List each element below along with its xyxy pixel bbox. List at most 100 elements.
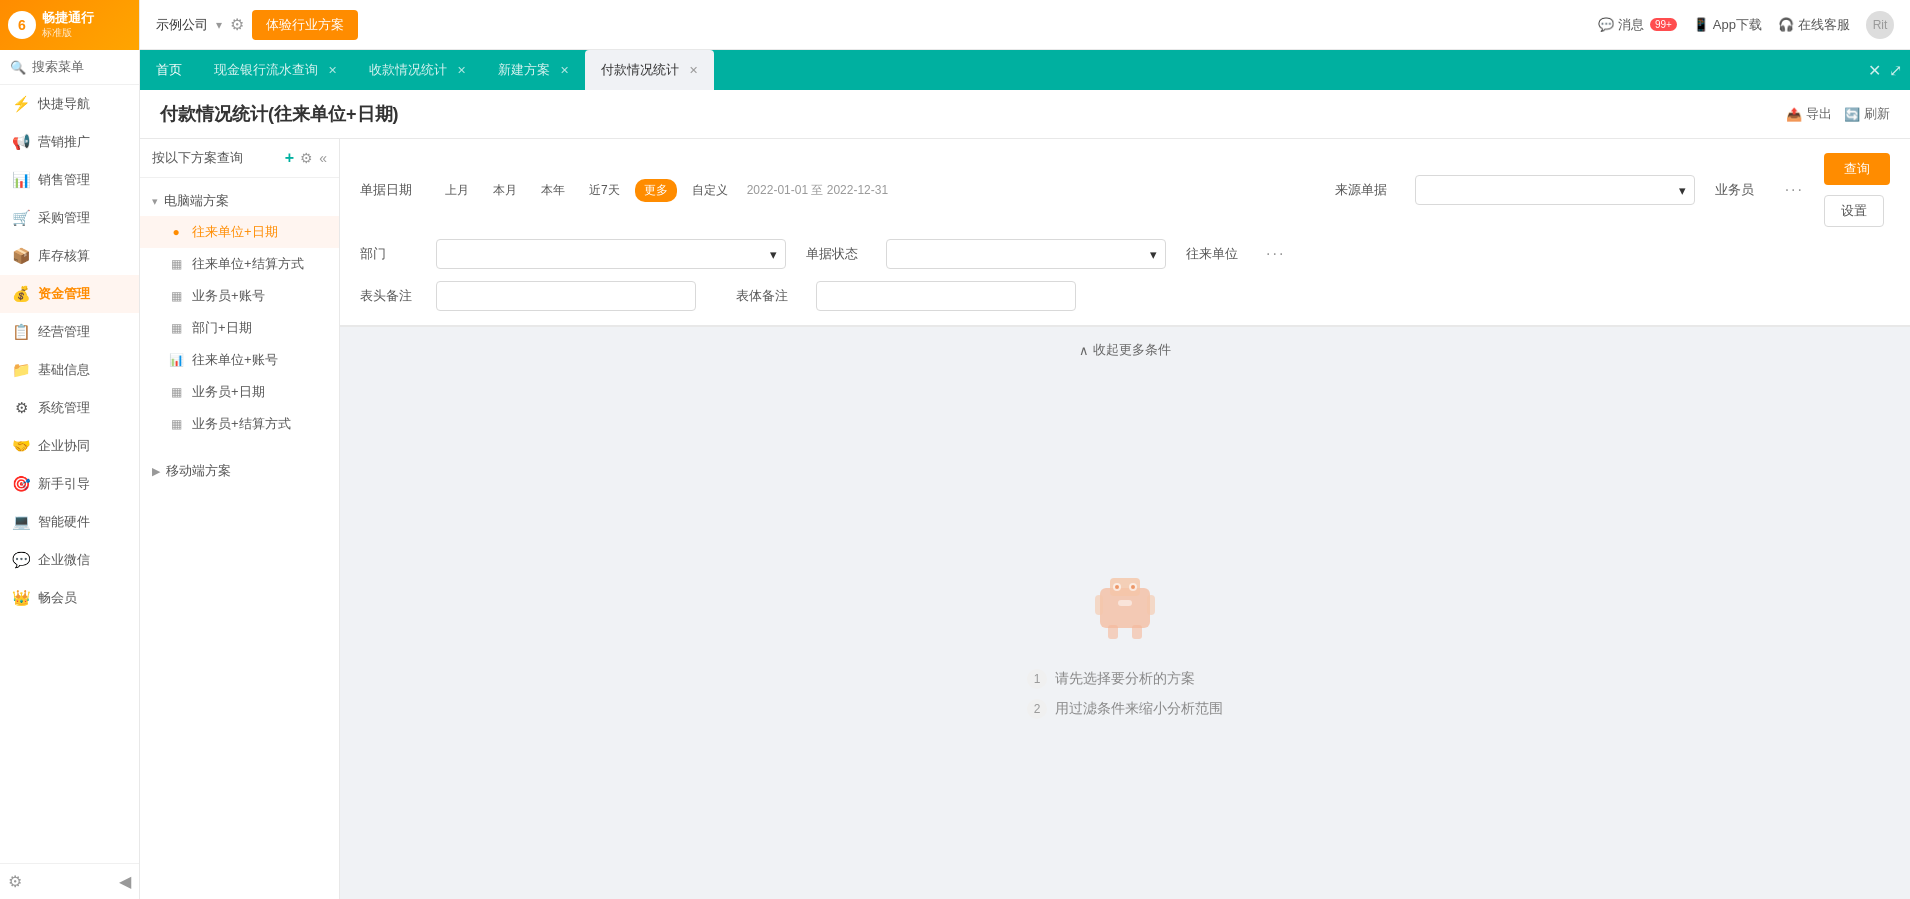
- scheme-collapse-icon[interactable]: «: [319, 150, 327, 166]
- sidebar-item-inventory[interactable]: 📦 库存核算: [0, 237, 139, 275]
- tab-receipt-stats[interactable]: 收款情况统计 ✕: [353, 50, 482, 90]
- date-btn-last-month[interactable]: 上月: [436, 178, 478, 203]
- date-btn-more[interactable]: 更多: [635, 179, 677, 202]
- filter-row-2: 部门 ▾ 单据状态 ▾ 往来单位 ···: [360, 239, 1890, 269]
- sidebar-item-hardware[interactable]: 💻 智能硬件: [0, 503, 139, 541]
- status-select[interactable]: ▾: [886, 239, 1166, 269]
- tab-payment-stats-close[interactable]: ✕: [689, 64, 698, 77]
- tab-new-scheme-close[interactable]: ✕: [560, 64, 569, 77]
- unit-input-dots[interactable]: ···: [1266, 245, 1285, 263]
- app-download-action[interactable]: 📱 App下载: [1693, 16, 1762, 34]
- sidebar-item-guide[interactable]: 🎯 新手引导: [0, 465, 139, 503]
- date-btn-custom[interactable]: 自定义: [683, 178, 737, 203]
- table-header-note-input[interactable]: [436, 281, 696, 311]
- user-avatar[interactable]: Rit: [1866, 11, 1894, 39]
- tabs-expand-icon[interactable]: ⤢: [1889, 61, 1902, 80]
- sidebar-item-enterprise[interactable]: 🤝 企业协同: [0, 427, 139, 465]
- date-btn-this-year[interactable]: 本年: [532, 178, 574, 203]
- sidebar-item-system[interactable]: ⚙ 系统管理: [0, 389, 139, 427]
- tab-new-scheme[interactable]: 新建方案 ✕: [482, 50, 585, 90]
- sidebar-item-finance[interactable]: 💰 资金管理: [0, 275, 139, 313]
- staff-input-dots[interactable]: ···: [1785, 181, 1804, 199]
- company-chevron-icon[interactable]: ▾: [216, 18, 222, 32]
- scheme-item-dept-date[interactable]: ▦ 部门+日期: [140, 312, 339, 344]
- tab-home[interactable]: 首页: [140, 50, 198, 90]
- scheme-desktop-expand-icon: ▾: [152, 195, 158, 208]
- tab-receipt-stats-close[interactable]: ✕: [457, 64, 466, 77]
- scheme-add-icon[interactable]: +: [285, 149, 294, 167]
- export-button[interactable]: 📤 导出: [1786, 105, 1832, 123]
- scheme-desktop-section: ▾ 电脑端方案 ● 往来单位+日期 ▦ 往来单位+结算方式 ▦ 业务员+账号: [140, 178, 339, 448]
- sidebar-item-basic-info[interactable]: 📁 基础信息: [0, 351, 139, 389]
- tab-bank-flow-close[interactable]: ✕: [328, 64, 337, 77]
- refresh-button[interactable]: 🔄 刷新: [1844, 105, 1890, 123]
- service-action[interactable]: 🎧 在线客服: [1778, 16, 1850, 34]
- settings-button[interactable]: 设置: [1824, 195, 1884, 227]
- basic-info-icon: 📁: [12, 361, 30, 379]
- scheme-settings-icon[interactable]: ⚙: [300, 150, 313, 166]
- dept-select[interactable]: ▾: [436, 239, 786, 269]
- finance-icon: 💰: [12, 285, 30, 303]
- scheme-mobile-header[interactable]: ▶ 移动端方案: [140, 456, 339, 486]
- empty-tip-1: 1 请先选择要分析的方案: [1027, 669, 1223, 689]
- refresh-icon: 🔄: [1844, 107, 1860, 122]
- footer-settings-icon[interactable]: ⚙: [8, 872, 22, 891]
- query-btn-group: 查询 设置: [1824, 153, 1890, 227]
- scheme-item-active-icon: ●: [168, 224, 184, 240]
- source-select-chevron: ▾: [1679, 183, 1686, 198]
- scheme-item-unit-settle[interactable]: ▦ 往来单位+结算方式: [140, 248, 339, 280]
- trial-button[interactable]: 体验行业方案: [252, 10, 358, 40]
- scheme-item-staff-date[interactable]: ▦ 业务员+日期: [140, 376, 339, 408]
- hardware-icon: 💻: [12, 513, 30, 531]
- collapse-bar: ∧ 收起更多条件: [340, 326, 1910, 373]
- svg-rect-8: [1147, 595, 1155, 615]
- sidebar-item-wechat[interactable]: 💬 企业微信: [0, 541, 139, 579]
- scheme-item-staff-account[interactable]: ▦ 业务员+账号: [140, 280, 339, 312]
- scheme-item-chart-icon: 📊: [168, 352, 184, 368]
- sidebar-item-operations[interactable]: 📋 经营管理: [0, 313, 139, 351]
- scheme-item-grid-icon-2: ▦: [168, 288, 184, 304]
- app-icon: 📱: [1693, 17, 1709, 32]
- status-label: 单据状态: [806, 245, 866, 263]
- tab-bank-flow[interactable]: 现金银行流水查询 ✕: [198, 50, 353, 90]
- svg-rect-9: [1108, 625, 1118, 639]
- sidebar-logo-icon: 6: [8, 11, 36, 39]
- scheme-item-staff-settle[interactable]: ▦ 业务员+结算方式: [140, 408, 339, 440]
- table-body-note-label: 表体备注: [736, 287, 796, 305]
- date-range: 2022-01-01 至 2022-12-31: [747, 182, 888, 199]
- sidebar-footer: ⚙ ◀: [0, 863, 139, 899]
- sidebar-header: 6 畅捷通行 标准版: [0, 0, 139, 50]
- sidebar-menu: ⚡ 快捷导航 📢 营销推广 📊 销售管理 🛒 采购管理 📦 库存核算 💰 资金管…: [0, 85, 139, 863]
- main-content: 示例公司 ▾ ⚙ 体验行业方案 💬 消息 99+ 📱 App下载 🎧 在线客服 …: [140, 0, 1910, 899]
- date-btn-this-month[interactable]: 本月: [484, 178, 526, 203]
- sidebar-item-vip[interactable]: 👑 畅会员: [0, 579, 139, 617]
- tabs-close-icon[interactable]: ✕: [1868, 61, 1881, 80]
- collapse-button[interactable]: ∧ 收起更多条件: [1071, 333, 1179, 367]
- footer-collapse-icon[interactable]: ◀: [119, 872, 131, 891]
- sidebar-item-quick-nav[interactable]: ⚡ 快捷导航: [0, 85, 139, 123]
- status-select-chevron: ▾: [1150, 247, 1157, 262]
- table-body-note-input[interactable]: [816, 281, 1076, 311]
- sidebar-search[interactable]: 🔍 搜索菜单: [0, 50, 139, 85]
- sidebar-item-sales[interactable]: 📊 销售管理: [0, 161, 139, 199]
- scheme-item-unit-date[interactable]: ● 往来单位+日期: [140, 216, 339, 248]
- staff-label: 业务员: [1715, 181, 1765, 199]
- message-action[interactable]: 💬 消息 99+: [1598, 16, 1677, 34]
- header-gear-icon[interactable]: ⚙: [230, 15, 244, 34]
- page-header: 付款情况统计(往来单位+日期) 📤 导出 🔄 刷新: [140, 90, 1910, 139]
- tab-payment-stats[interactable]: 付款情况统计 ✕: [585, 50, 714, 90]
- query-button[interactable]: 查询: [1824, 153, 1890, 185]
- scheme-item-unit-account[interactable]: 📊 往来单位+账号: [140, 344, 339, 376]
- marketing-icon: 📢: [12, 133, 30, 151]
- search-icon: 🔍: [10, 60, 26, 75]
- filter-row-3: 表头备注 表体备注: [360, 281, 1890, 311]
- source-select[interactable]: ▾: [1415, 175, 1695, 205]
- date-btn-7days[interactable]: 近7天: [580, 178, 629, 203]
- sidebar-item-marketing[interactable]: 📢 营销推广: [0, 123, 139, 161]
- scheme-desktop-header[interactable]: ▾ 电脑端方案: [140, 186, 339, 216]
- enterprise-icon: 🤝: [12, 437, 30, 455]
- sidebar-item-purchase[interactable]: 🛒 采购管理: [0, 199, 139, 237]
- svg-rect-7: [1095, 595, 1103, 615]
- top-header: 示例公司 ▾ ⚙ 体验行业方案 💬 消息 99+ 📱 App下载 🎧 在线客服 …: [140, 0, 1910, 50]
- collapse-icon: ∧: [1079, 343, 1089, 358]
